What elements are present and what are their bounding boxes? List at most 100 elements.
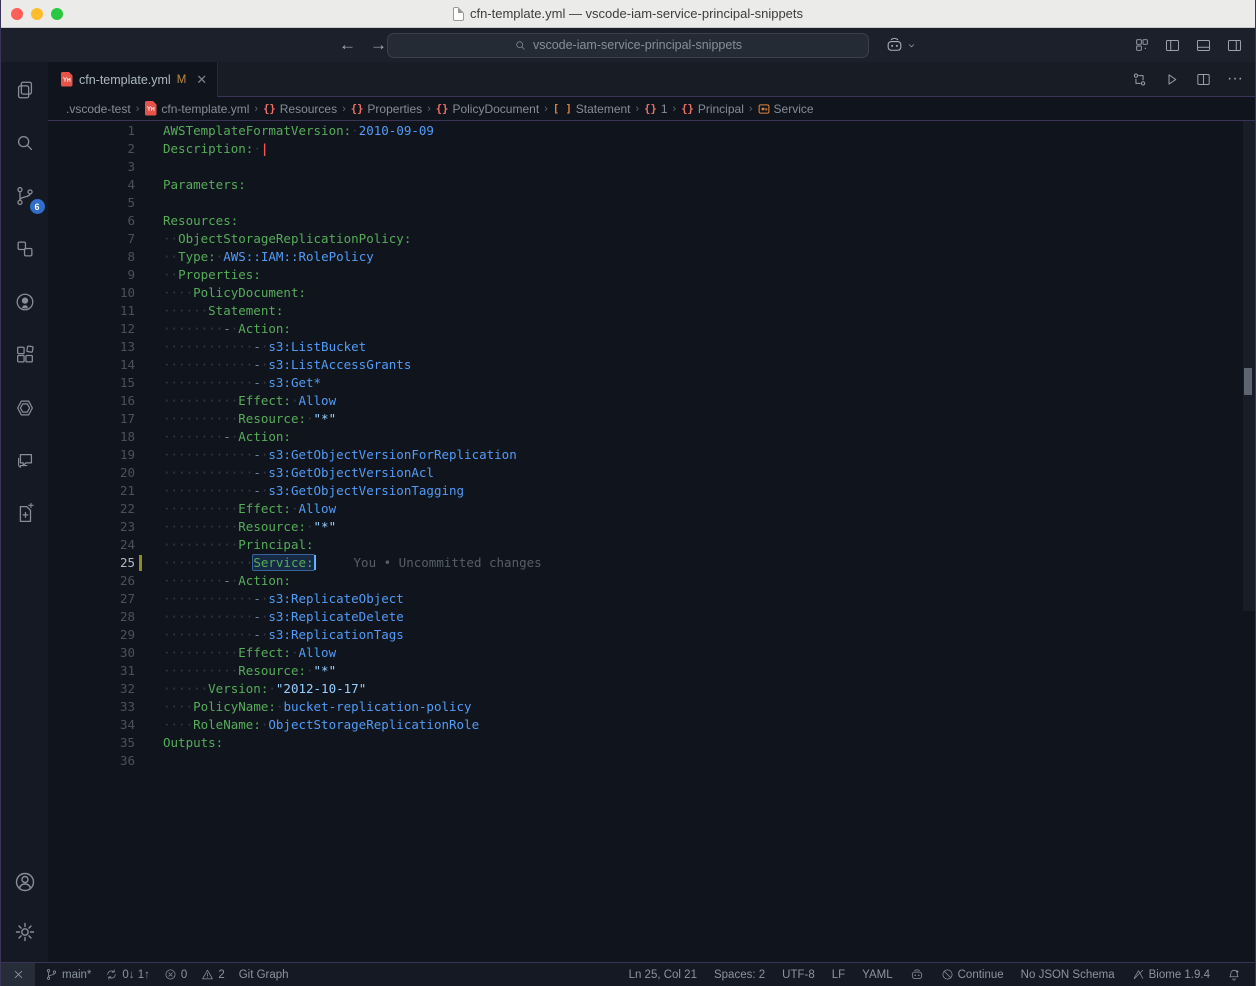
- line-number[interactable]: 11: [48, 302, 135, 320]
- close-tab-icon[interactable]: ✕: [196, 72, 207, 88]
- activity-item-snippets[interactable]: [11, 500, 39, 528]
- code-line-1[interactable]: 1AWSTemplateFormatVersion:·2010-09-09: [48, 122, 1255, 140]
- line-number[interactable]: 24: [48, 536, 135, 554]
- chevron-down-icon[interactable]: [906, 40, 917, 51]
- status-json-schema[interactable]: No JSON Schema: [1021, 969, 1115, 981]
- line-number[interactable]: 7: [48, 230, 135, 248]
- activity-item-comments[interactable]: [11, 447, 39, 475]
- line-number[interactable]: 16: [48, 392, 135, 410]
- status-eol[interactable]: LF: [832, 969, 845, 981]
- activity-item-run-extensions[interactable]: [11, 235, 39, 263]
- code-line-20[interactable]: 20············-·s3:GetObjectVersionAcl: [48, 464, 1255, 482]
- close-window-button[interactable]: [11, 8, 23, 20]
- code-line-18[interactable]: 18········-·Action:: [48, 428, 1255, 446]
- open-changes-icon[interactable]: [1131, 71, 1148, 88]
- line-number[interactable]: 23: [48, 518, 135, 536]
- command-center-search[interactable]: vscode-iam-service-principal-snippets: [387, 33, 869, 58]
- zoom-window-button[interactable]: [51, 8, 63, 20]
- code-line-35[interactable]: 35Outputs:: [48, 734, 1255, 752]
- activity-item-conventional-commits[interactable]: [11, 394, 39, 422]
- line-number[interactable]: 1: [48, 122, 135, 140]
- breadcrumb-item-principal[interactable]: {}Principal: [681, 102, 744, 116]
- line-number[interactable]: 14: [48, 356, 135, 374]
- code-line-5[interactable]: 5: [48, 194, 1255, 212]
- activity-item-explorer[interactable]: [11, 76, 39, 104]
- line-number[interactable]: 35: [48, 734, 135, 752]
- line-number[interactable]: 36: [48, 752, 135, 770]
- line-number[interactable]: 30: [48, 644, 135, 662]
- line-number[interactable]: 17: [48, 410, 135, 428]
- line-number[interactable]: 21: [48, 482, 135, 500]
- tab-cfn-template[interactable]: cfn-template.yml M ✕: [48, 62, 218, 97]
- navigate-back-icon[interactable]: ←: [339, 35, 356, 55]
- code-line-24[interactable]: 24··········Principal:: [48, 536, 1255, 554]
- breadcrumb-item-properties[interactable]: {}Properties: [351, 102, 422, 116]
- line-number[interactable]: 12: [48, 320, 135, 338]
- line-number[interactable]: 13: [48, 338, 135, 356]
- line-number[interactable]: 19: [48, 446, 135, 464]
- status-notifications[interactable]: [1227, 968, 1241, 982]
- minimize-window-button[interactable]: [31, 8, 43, 20]
- copilot-icon[interactable]: [885, 36, 904, 55]
- code-line-17[interactable]: 17··········Resource:·"*": [48, 410, 1255, 428]
- code-line-8[interactable]: 8··Type:·AWS::IAM::RolePolicy: [48, 248, 1255, 266]
- code-line-2[interactable]: 2Description:·|: [48, 140, 1255, 158]
- status-cursor-position[interactable]: Ln 25, Col 21: [629, 969, 697, 981]
- line-number[interactable]: 18: [48, 428, 135, 446]
- code-line-11[interactable]: 11······Statement:: [48, 302, 1255, 320]
- line-number[interactable]: 9: [48, 266, 135, 284]
- line-number[interactable]: 33: [48, 698, 135, 716]
- more-actions-icon[interactable]: ···: [1227, 70, 1243, 88]
- line-number[interactable]: 8: [48, 248, 135, 266]
- code-line-25[interactable]: 25············Service:You • Uncommitted …: [48, 554, 1255, 572]
- code-line-34[interactable]: 34····RoleName:·ObjectStorageReplication…: [48, 716, 1255, 734]
- line-number[interactable]: 6: [48, 212, 135, 230]
- code-line-32[interactable]: 32······Version:·"2012-10-17": [48, 680, 1255, 698]
- code-line-10[interactable]: 10····PolicyDocument:: [48, 284, 1255, 302]
- code-line-33[interactable]: 33····PolicyName:·bucket-replication-pol…: [48, 698, 1255, 716]
- activity-item-github[interactable]: [11, 288, 39, 316]
- toggle-panel-icon[interactable]: [1195, 37, 1212, 54]
- line-number[interactable]: 29: [48, 626, 135, 644]
- status-indentation[interactable]: Spaces: 2: [714, 969, 765, 981]
- line-number[interactable]: 34: [48, 716, 135, 734]
- code-line-7[interactable]: 7··ObjectStorageReplicationPolicy:: [48, 230, 1255, 248]
- activity-item-source-control[interactable]: 6: [11, 182, 39, 210]
- status-branch[interactable]: main*: [45, 968, 91, 981]
- code-line-4[interactable]: 4Parameters:: [48, 176, 1255, 194]
- line-number[interactable]: 4: [48, 176, 135, 194]
- code-line-36[interactable]: 36: [48, 752, 1255, 770]
- code-line-31[interactable]: 31··········Resource:·"*": [48, 662, 1255, 680]
- status-language-mode[interactable]: YAML: [862, 969, 892, 981]
- activity-item-search[interactable]: [11, 129, 39, 157]
- code-line-23[interactable]: 23··········Resource:·"*": [48, 518, 1255, 536]
- code-line-3[interactable]: 3: [48, 158, 1255, 176]
- status-continue[interactable]: Continue: [941, 968, 1004, 981]
- status-warnings[interactable]: 2: [201, 968, 224, 981]
- split-editor-icon[interactable]: [1195, 71, 1212, 88]
- breadcrumb-item-resources[interactable]: {}Resources: [263, 102, 337, 116]
- breadcrumb-item-cfn-template-yml[interactable]: cfn-template.yml: [144, 101, 249, 116]
- code-line-15[interactable]: 15············-·s3:Get*: [48, 374, 1255, 392]
- toggle-secondary-sidebar-icon[interactable]: [1226, 37, 1243, 54]
- activity-item-extensions[interactable]: [11, 341, 39, 369]
- code-editor[interactable]: 1AWSTemplateFormatVersion:·2010-09-092De…: [48, 121, 1255, 962]
- line-number[interactable]: 5: [48, 194, 135, 212]
- status-copilot[interactable]: [910, 968, 924, 982]
- code-line-9[interactable]: 9··Properties:: [48, 266, 1255, 284]
- code-line-19[interactable]: 19············-·s3:GetObjectVersionForRe…: [48, 446, 1255, 464]
- activity-item-accounts[interactable]: [11, 868, 39, 896]
- toggle-primary-sidebar-icon[interactable]: [1164, 37, 1181, 54]
- line-number[interactable]: 27: [48, 590, 135, 608]
- status-encoding[interactable]: UTF-8: [782, 969, 815, 981]
- breadcrumb-item--vscode-test[interactable]: .vscode-test: [66, 102, 131, 116]
- line-number[interactable]: 20: [48, 464, 135, 482]
- code-line-6[interactable]: 6Resources:: [48, 212, 1255, 230]
- status-sync[interactable]: 0↓ 1↑: [105, 968, 150, 981]
- activity-item-settings[interactable]: [11, 918, 39, 946]
- line-number[interactable]: 22: [48, 500, 135, 518]
- code-line-13[interactable]: 13············-·s3:ListBucket: [48, 338, 1255, 356]
- line-number[interactable]: 32: [48, 680, 135, 698]
- code-line-22[interactable]: 22··········Effect:·Allow: [48, 500, 1255, 518]
- navigate-forward-icon[interactable]: →: [370, 35, 387, 55]
